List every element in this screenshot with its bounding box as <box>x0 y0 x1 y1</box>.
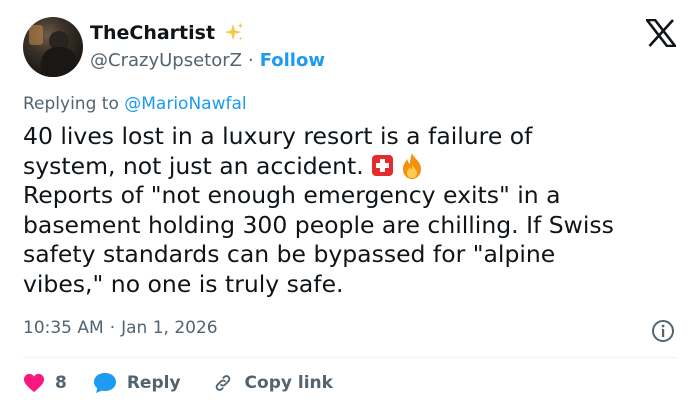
avatar[interactable] <box>23 17 83 77</box>
author-name[interactable]: TheChartist <box>90 22 215 44</box>
timestamp-row[interactable]: 10:35 AM · Jan 1, 2026 <box>23 318 218 338</box>
tweet-line-6: vibes," no one is truly safe. <box>23 269 344 298</box>
swiss-flag-icon <box>371 154 393 176</box>
like-button[interactable]: 8 <box>23 373 67 393</box>
tweet-line-5: safety standards can be bypassed for "al… <box>23 240 556 268</box>
tweet-date[interactable]: Jan 1, 2026 <box>121 318 218 338</box>
link-icon <box>215 375 230 391</box>
handle-separator: · <box>247 49 254 71</box>
tweet-time[interactable]: 10:35 AM <box>23 318 104 338</box>
reply-button[interactable]: Reply <box>93 372 181 394</box>
copy-link-label: Copy link <box>244 373 333 393</box>
tweet-line-3: Reports of "not enough emergency exits" … <box>23 181 561 209</box>
author-name-row: TheChartist <box>90 20 245 46</box>
tweet-card: TheChartist @CrazyUpsetorZ · Follow Repl… <box>0 0 700 410</box>
follow-button[interactable]: Follow <box>260 50 325 71</box>
avatar-body <box>41 47 77 77</box>
x-logo-icon[interactable] <box>646 19 676 47</box>
tweet-text: 40 lives lost in a luxury resort is a fa… <box>23 122 683 299</box>
author-handle[interactable]: @CrazyUpsetorZ <box>90 50 242 71</box>
replying-prefix: Replying to <box>23 94 119 114</box>
copy-link-button[interactable]: Copy link <box>211 372 333 394</box>
tweet-line-1: 40 lives lost in a luxury resort is a fa… <box>23 122 533 150</box>
sparkle-icon <box>224 22 244 41</box>
replying-mention[interactable]: @MarioNawfal <box>124 94 246 114</box>
avatar-lamp-glow <box>29 25 43 45</box>
action-bar: 8 Reply Copy link <box>23 370 333 396</box>
info-icon[interactable] <box>651 319 675 343</box>
like-count: 8 <box>55 373 67 393</box>
reply-bubble-icon <box>93 373 116 393</box>
reply-label: Reply <box>126 373 181 393</box>
timestamp-separator: · <box>109 318 116 338</box>
divider <box>23 357 677 358</box>
fire-icon <box>402 152 421 179</box>
tweet-line-4: basement holding 300 people are chilling… <box>23 210 614 239</box>
author-handle-row: @CrazyUpsetorZ · Follow <box>90 48 325 72</box>
heart-icon <box>24 373 44 393</box>
tweet-line-2: system, not just an accident. <box>23 151 364 180</box>
replying-to: Replying to @MarioNawfal <box>23 94 247 114</box>
